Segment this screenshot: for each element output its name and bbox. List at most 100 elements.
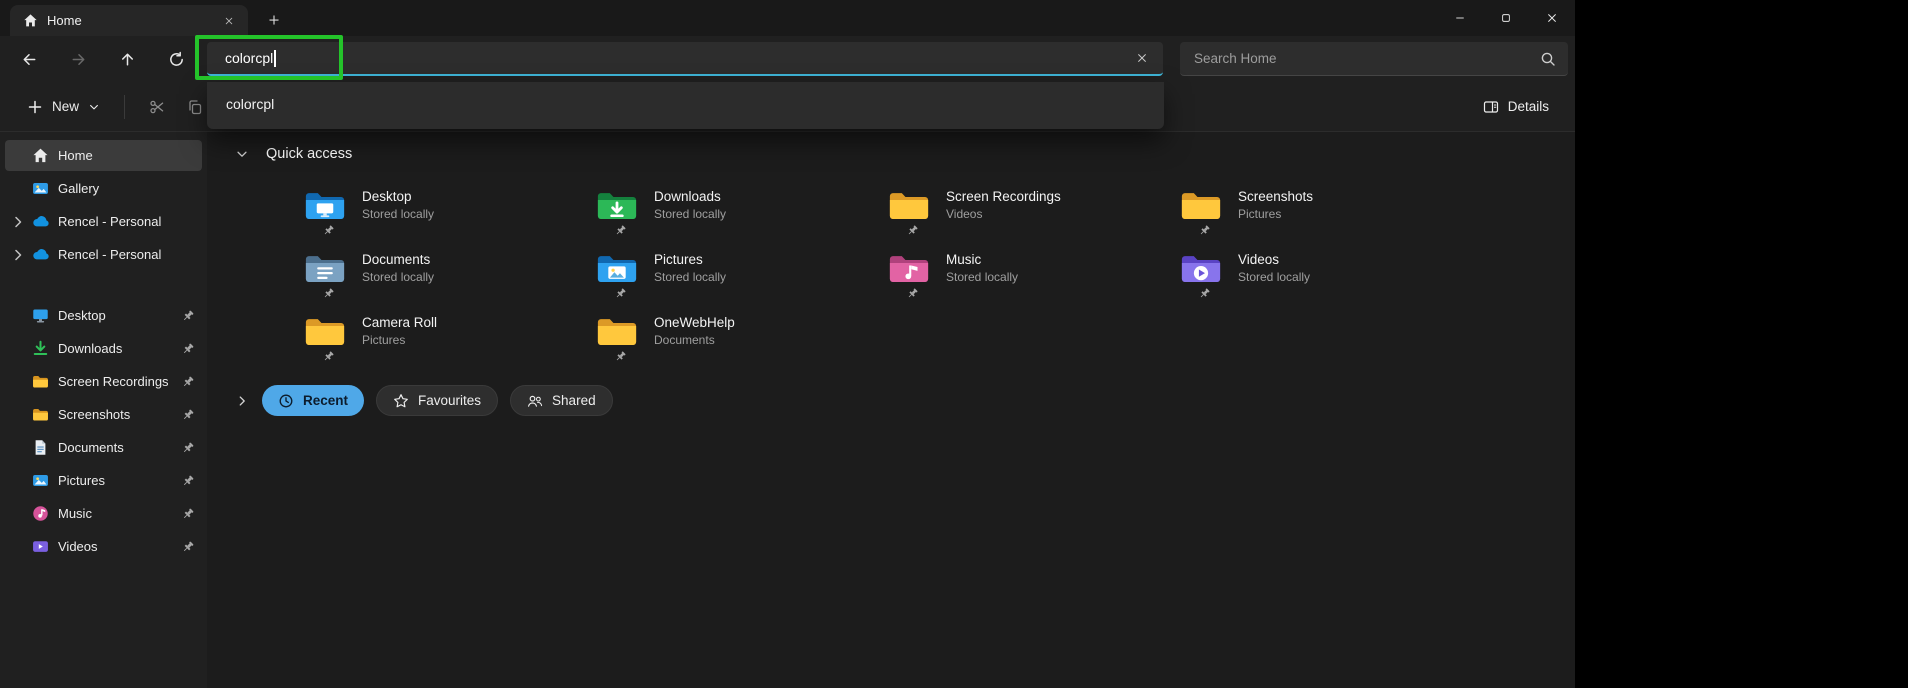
quick-access-item-music[interactable]: Music Stored locally — [884, 249, 1176, 312]
chevron-right-icon[interactable] — [235, 394, 249, 408]
monitor-icon — [32, 307, 49, 324]
new-tab-button[interactable] — [260, 8, 288, 32]
new-button[interactable]: New — [16, 92, 111, 122]
quick-access-item-onewebhelp[interactable]: OneWebHelp Documents — [592, 312, 884, 375]
pin-icon — [181, 441, 195, 455]
search-box[interactable] — [1180, 42, 1568, 76]
maximize-button[interactable] — [1483, 0, 1529, 36]
sidebar-item-rencel-personal[interactable]: Rencel - Personal — [5, 206, 202, 237]
qa-folder-icon — [596, 315, 638, 348]
quick-access-item-subtitle: Stored locally — [654, 270, 727, 284]
filter-shared[interactable]: Shared — [510, 385, 613, 416]
pin-icon — [614, 350, 627, 363]
filter-recent[interactable]: Recent — [262, 385, 365, 416]
search-icon[interactable] — [1540, 51, 1556, 67]
refresh-icon — [168, 51, 185, 68]
qa-pictures-icon — [596, 252, 638, 285]
back-button[interactable] — [8, 40, 50, 78]
tab-home[interactable]: Home — [10, 5, 248, 36]
quick-access-item-subtitle: Stored locally — [362, 207, 435, 221]
gallery-icon — [32, 180, 49, 197]
document-icon — [32, 439, 49, 456]
sidebar-item-downloads[interactable]: Downloads — [5, 333, 202, 364]
sidebar-item-gallery[interactable]: Gallery — [5, 173, 202, 204]
arrow-up-icon — [119, 51, 136, 68]
chevron-down-icon — [88, 101, 100, 113]
quick-access-item-downloads[interactable]: Downloads Stored locally — [592, 186, 884, 249]
up-button[interactable] — [106, 40, 148, 78]
copy-icon — [187, 99, 203, 115]
forward-button[interactable] — [57, 40, 99, 78]
minimize-button[interactable] — [1437, 0, 1483, 36]
sidebar-item-music[interactable]: Music — [5, 498, 202, 529]
quick-access-item-screenshots[interactable]: Screenshots Pictures — [1176, 186, 1468, 249]
quick-access-item-pictures[interactable]: Pictures Stored locally — [592, 249, 884, 312]
sidebar-item-screen-recordings[interactable]: Screen Recordings — [5, 366, 202, 397]
sidebar-item-home[interactable]: Home — [5, 140, 202, 171]
pin-icon — [181, 309, 195, 323]
quick-access-item-name: Screenshots — [1238, 189, 1314, 204]
sidebar-item-pictures[interactable]: Pictures — [5, 465, 202, 496]
sidebar-item-desktop[interactable]: Desktop — [5, 300, 202, 331]
quick-access-item-documents[interactable]: Documents Stored locally — [300, 249, 592, 312]
quick-access-grid: Desktop Stored locally Downloads Stored loc… — [300, 186, 1468, 375]
pin-icon — [322, 350, 335, 363]
folder-icon — [32, 373, 49, 390]
new-button-label: New — [52, 99, 80, 114]
sidebar-item-label: Home — [58, 148, 93, 163]
main-content: Quick access Desktop Stored locally Downlo… — [207, 132, 1575, 688]
quick-access-item-camera-roll[interactable]: Camera Roll Pictures — [300, 312, 592, 375]
quick-access-item-name: Pictures — [654, 252, 703, 267]
quick-access-item-name: OneWebHelp — [654, 315, 735, 330]
details-button-label: Details — [1507, 99, 1549, 114]
close-icon — [1546, 12, 1558, 24]
address-input-value[interactable]: colorcpl — [225, 50, 273, 66]
chevron-down-icon[interactable] — [235, 147, 249, 161]
quick-access-item-desktop[interactable]: Desktop Stored locally — [300, 186, 592, 249]
sidebar-item-label: Desktop — [58, 308, 106, 323]
home-icon — [23, 13, 38, 28]
sidebar-list: Home Gallery Rencel - Personal Rencel - Per… — [5, 140, 202, 562]
quick-access-title: Quick access — [266, 146, 353, 162]
toolbar: colorcpl — [0, 36, 1575, 82]
quick-access-item-name: Documents — [362, 252, 431, 267]
pin-icon — [906, 224, 919, 237]
people-icon — [527, 393, 543, 409]
quick-access-item-screen-recordings[interactable]: Screen Recordings Videos — [884, 186, 1176, 249]
suggestion-item[interactable]: colorcpl — [211, 85, 1160, 124]
sidebar-item-rencel-personal[interactable]: Rencel - Personal — [5, 239, 202, 270]
sidebar-item-label: Downloads — [58, 341, 123, 356]
pin-icon — [614, 287, 627, 300]
cut-button[interactable] — [138, 90, 176, 124]
tab-close-button[interactable] — [218, 10, 240, 32]
qa-downloads-icon — [596, 189, 638, 222]
quick-access-item-name: Desktop — [362, 189, 412, 204]
address-bar[interactable]: colorcpl — [207, 42, 1163, 76]
clear-address-button[interactable] — [1129, 45, 1155, 71]
chevron-right-icon[interactable] — [9, 247, 27, 263]
pin-icon — [322, 287, 335, 300]
filter-favourites[interactable]: Favourites — [376, 385, 499, 416]
sidebar-item-videos[interactable]: Videos — [5, 531, 202, 562]
quick-access-item-subtitle: Stored locally — [362, 270, 435, 284]
quick-access-header[interactable]: Quick access — [235, 146, 352, 162]
quick-access-item-videos[interactable]: Videos Stored locally — [1176, 249, 1468, 312]
download-icon — [32, 340, 49, 357]
search-input[interactable] — [1194, 51, 1540, 66]
file-explorer-window: Home colorcpl colorcpl — [0, 0, 1575, 688]
sidebar-item-screenshots[interactable]: Screenshots — [5, 399, 202, 430]
refresh-button[interactable] — [155, 40, 197, 78]
close-icon — [224, 16, 234, 26]
titlebar[interactable]: Home — [0, 0, 1575, 36]
pin-icon — [1198, 287, 1211, 300]
quick-access-item-name: Screen Recordings — [946, 189, 1061, 204]
chevron-right-icon[interactable] — [9, 214, 27, 230]
sidebar-item-documents[interactable]: Documents — [5, 432, 202, 463]
details-button[interactable]: Details — [1473, 92, 1559, 122]
close-button[interactable] — [1529, 0, 1575, 36]
